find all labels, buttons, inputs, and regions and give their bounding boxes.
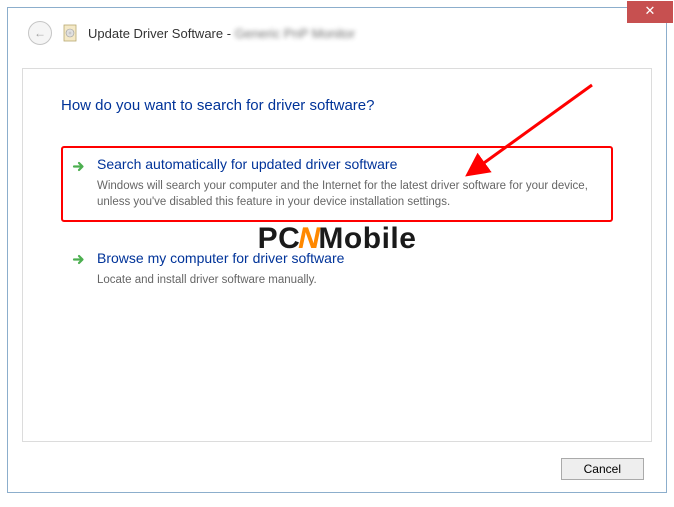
option-auto-title: Search automatically for updated driver … [97, 155, 397, 175]
title-text: Update Driver Software - [88, 26, 235, 41]
back-button[interactable]: ← [28, 21, 52, 45]
arrow-right-icon [71, 252, 87, 268]
driver-update-dialog: ✕ ← Update Driver Software - Generic PnP… [7, 7, 667, 493]
back-arrow-icon: ← [34, 26, 46, 40]
dialog-title: Update Driver Software - Generic PnP Mon… [88, 26, 355, 41]
arrow-right-icon [71, 158, 87, 174]
dialog-header: ← Update Driver Software - Generic PnP M… [8, 8, 666, 58]
dialog-footer: Cancel [561, 458, 644, 480]
device-name: Generic PnP Monitor [235, 26, 355, 41]
option-browse-title: Browse my computer for driver software [97, 249, 344, 269]
main-heading: How do you want to search for driver sof… [61, 97, 613, 114]
driver-disc-icon [62, 23, 78, 43]
cancel-button[interactable]: Cancel [561, 458, 644, 480]
option-browse-description: Locate and install driver software manua… [71, 272, 603, 289]
option-browse-computer[interactable]: Browse my computer for driver software L… [61, 240, 613, 299]
dialog-content: How do you want to search for driver sof… [22, 68, 652, 442]
option-search-automatically[interactable]: Search automatically for updated driver … [61, 146, 613, 222]
close-button[interactable]: ✕ [627, 1, 673, 23]
close-icon: ✕ [645, 3, 656, 18]
option-auto-description: Windows will search your computer and th… [71, 178, 603, 211]
